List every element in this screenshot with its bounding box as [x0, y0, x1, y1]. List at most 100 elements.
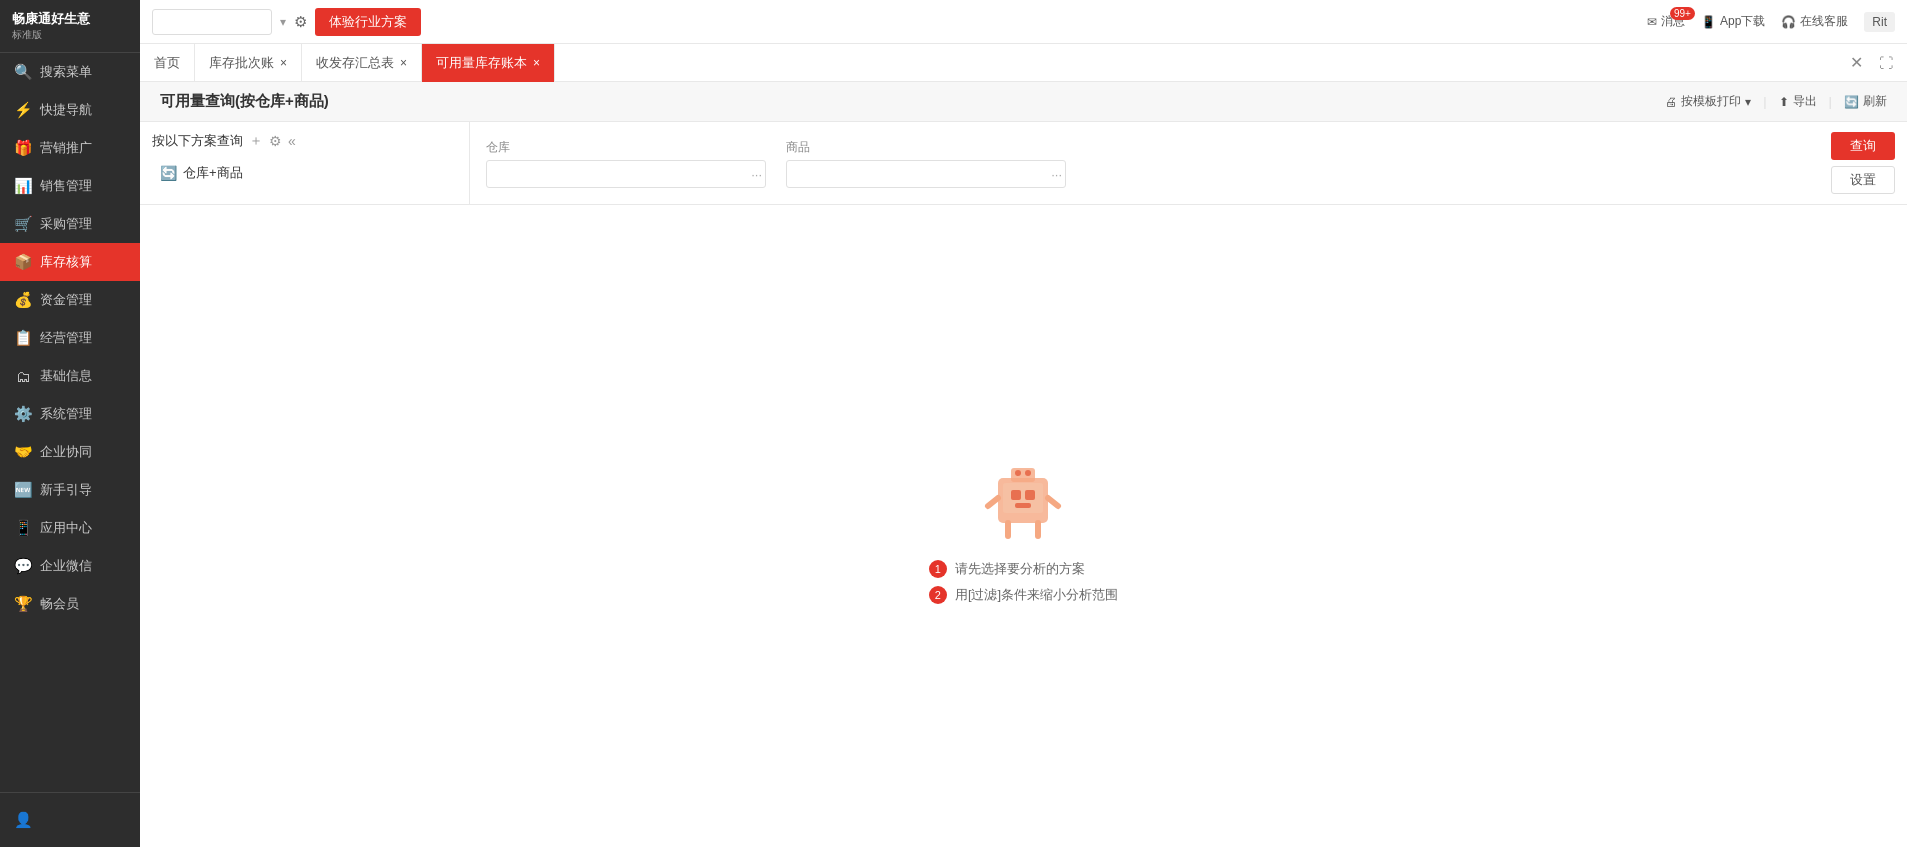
sidebar-item-shortcut[interactable]: ⚡ 快捷导航: [0, 91, 140, 129]
scheme-label: 按以下方案查询: [152, 132, 243, 150]
clipboard-icon: 📋: [14, 329, 32, 347]
goods-dots-button[interactable]: ···: [1051, 166, 1062, 181]
empty-illustration: [973, 448, 1073, 548]
sidebar-item-label: 系统管理: [40, 405, 92, 423]
tab-summary[interactable]: 收发存汇总表 ×: [302, 44, 422, 82]
svg-rect-1: [1003, 483, 1043, 513]
expand-button[interactable]: ⛶: [1873, 53, 1899, 73]
chevron-down-icon[interactable]: ▾: [280, 15, 286, 29]
divider: |: [1763, 94, 1766, 109]
refresh-button[interactable]: 🔄 刷新: [1844, 93, 1887, 110]
sidebar-item-label: 库存核算: [40, 253, 92, 271]
tab-available-label: 可用量库存账本: [436, 54, 527, 72]
tab-batch[interactable]: 库存批次账 ×: [195, 44, 302, 82]
warehouse-dots-button[interactable]: ···: [751, 166, 762, 181]
message-icon: ✉: [1647, 15, 1657, 29]
svg-rect-3: [1025, 490, 1035, 500]
sidebar-item-member[interactable]: 🏆 畅会员: [0, 585, 140, 623]
add-scheme-button[interactable]: ＋: [249, 132, 263, 150]
sidebar-scroll: 🔍 搜索菜单 ⚡ 快捷导航 🎁 营销推广 📊 销售管理 🛒 采购管理 📦 库存核…: [0, 53, 140, 792]
user-profile-button[interactable]: Rit: [1864, 12, 1895, 32]
tab-batch-close[interactable]: ×: [280, 56, 287, 70]
chart-icon: 📊: [14, 177, 32, 195]
online-service-button[interactable]: 🎧 在线客服: [1781, 13, 1848, 30]
sidebar-item-inventory[interactable]: 📦 库存核算: [0, 243, 140, 281]
print-button[interactable]: 🖨 按模板打印 ▾: [1665, 93, 1751, 110]
sidebar-item-enterprise[interactable]: 🤝 企业协同: [0, 433, 140, 471]
tab-available[interactable]: 可用量库存账本 ×: [422, 44, 555, 82]
sidebar-item-guide[interactable]: 🆕 新手引导: [0, 471, 140, 509]
filter-area: 按以下方案查询 ＋ ⚙ « 🔄 仓库+商品 仓库 ··· 商品: [140, 122, 1907, 205]
print-label: 按模板打印: [1681, 93, 1741, 110]
headset-icon: 🎧: [1781, 15, 1796, 29]
sidebar-item-label: 搜索菜单: [40, 63, 92, 81]
tip-text-2: 用[过滤]条件来缩小分析范围: [955, 586, 1118, 604]
sidebar-item-label: 应用中心: [40, 519, 92, 537]
divider2: |: [1829, 94, 1832, 109]
app-label: App下载: [1720, 13, 1765, 30]
collapse-scheme-button[interactable]: «: [288, 133, 296, 149]
sidebar-item-marketing[interactable]: 🎁 营销推广: [0, 129, 140, 167]
sidebar-item-wechat[interactable]: 💬 企业微信: [0, 547, 140, 585]
tip-number-1: 1: [929, 560, 947, 578]
scheme-item-warehouse-goods[interactable]: 🔄 仓库+商品: [152, 158, 457, 188]
sidebar-item-label: 新手引导: [40, 481, 92, 499]
refresh-label: 刷新: [1863, 93, 1887, 110]
print-chevron-icon: ▾: [1745, 95, 1751, 109]
sidebar-item-label: 基础信息: [40, 367, 92, 385]
tip-number-2: 2: [929, 586, 947, 604]
search-icon: 🔍: [14, 63, 32, 81]
trial-button[interactable]: 体验行业方案: [315, 8, 421, 36]
sidebar-item-apps[interactable]: 📱 应用中心: [0, 509, 140, 547]
cycle-icon: 🔄: [160, 165, 177, 181]
refresh-icon: 🔄: [1844, 95, 1859, 109]
tab-available-close[interactable]: ×: [533, 56, 540, 70]
sidebar-item-operations[interactable]: 📋 经营管理: [0, 319, 140, 357]
query-button[interactable]: 查询: [1831, 132, 1895, 160]
svg-line-5: [988, 498, 998, 506]
cart-icon: 🛒: [14, 215, 32, 233]
filter-fields: 仓库 ··· 商品 ···: [470, 122, 1819, 204]
sidebar-item-purchase[interactable]: 🛒 采购管理: [0, 205, 140, 243]
message-button[interactable]: ✉ 消息 99+: [1647, 13, 1685, 30]
sidebar-item-label: 企业协同: [40, 443, 92, 461]
sidebar-item-user[interactable]: 👤: [0, 801, 140, 839]
sidebar-item-basic[interactable]: 🗂 基础信息: [0, 357, 140, 395]
sidebar-item-system[interactable]: ⚙️ 系统管理: [0, 395, 140, 433]
filter-settings-button[interactable]: 设置: [1831, 166, 1895, 194]
manage-scheme-button[interactable]: ⚙: [269, 133, 282, 149]
topbar-right: ✉ 消息 99+ 📱 App下载 🎧 在线客服 Rit: [1647, 12, 1895, 32]
settings-icon[interactable]: ⚙: [294, 13, 307, 31]
sidebar-item-label: 采购管理: [40, 215, 92, 233]
tab-home[interactable]: 首页: [140, 44, 195, 82]
page-title: 可用量查询(按仓库+商品): [160, 92, 329, 111]
export-button[interactable]: ⬆ 导出: [1779, 93, 1817, 110]
topbar: ▾ ⚙ 体验行业方案 ✉ 消息 99+ 📱 App下载 🎧 在线客服 Rit: [140, 0, 1907, 44]
sidebar-item-search[interactable]: 🔍 搜索菜单: [0, 53, 140, 91]
svg-point-11: [1025, 470, 1031, 476]
sidebar-item-sales[interactable]: 📊 销售管理: [0, 167, 140, 205]
print-icon: 🖨: [1665, 95, 1677, 109]
sidebar-item-label: 资金管理: [40, 291, 92, 309]
scheme-header: 按以下方案查询 ＋ ⚙ «: [152, 132, 457, 150]
tab-summary-label: 收发存汇总表: [316, 54, 394, 72]
tab-summary-close[interactable]: ×: [400, 56, 407, 70]
close-window-button[interactable]: ✕: [1844, 51, 1869, 74]
search-input[interactable]: [152, 9, 272, 35]
goods-field-label: 商品: [786, 139, 1066, 156]
svg-point-10: [1015, 470, 1021, 476]
new-icon: 🆕: [14, 481, 32, 499]
sidebar-item-finance[interactable]: 💰 资金管理: [0, 281, 140, 319]
empty-tips: 1 请先选择要分析的方案 2 用[过滤]条件来缩小分析范围: [929, 560, 1118, 604]
gear-icon: ⚙️: [14, 405, 32, 423]
goods-input[interactable]: [786, 160, 1066, 188]
export-label: 导出: [1793, 93, 1817, 110]
tab-batch-label: 库存批次账: [209, 54, 274, 72]
tab-home-label: 首页: [154, 54, 180, 72]
sidebar-item-label: 企业微信: [40, 557, 92, 575]
handshake-icon: 🤝: [14, 443, 32, 461]
gift-icon: 🎁: [14, 139, 32, 157]
chat-icon: 💬: [14, 557, 32, 575]
warehouse-input[interactable]: [486, 160, 766, 188]
app-download-button[interactable]: 📱 App下载: [1701, 13, 1765, 30]
